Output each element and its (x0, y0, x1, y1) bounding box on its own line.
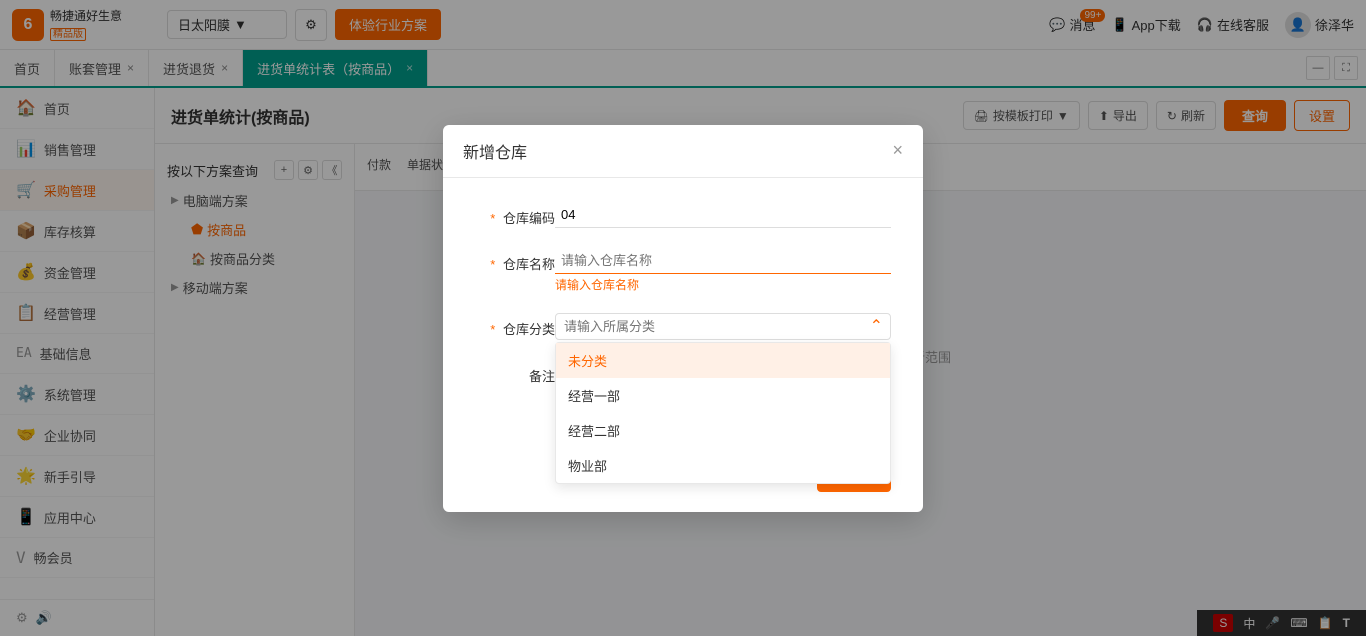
form-row-category: * 仓库分类 ⌃ 未分类 经营一部 经营二部 物业部 (475, 313, 891, 340)
dialog-body: * 仓库编码 * 仓库名称 请输入仓库名称 (443, 178, 923, 423)
code-field (555, 202, 891, 228)
dialog-close-button[interactable]: × (892, 140, 903, 161)
dropdown-item-dept2[interactable]: 经营二部 (556, 413, 890, 448)
warehouse-code-input[interactable] (555, 202, 891, 228)
warehouse-name-input[interactable] (555, 248, 891, 274)
name-error-message: 请输入仓库名称 (555, 276, 891, 293)
required-code: * (490, 211, 495, 226)
required-name: * (490, 257, 495, 272)
dropdown-item-dept3[interactable]: 物业部 (556, 448, 890, 483)
category-toggle-icon[interactable]: ⌃ (870, 316, 883, 336)
dialog-overlay: 新增仓库 × * 仓库编码 * 仓库名称 (0, 0, 1366, 636)
code-label: * 仓库编码 (475, 202, 555, 227)
form-row-code: * 仓库编码 (475, 202, 891, 228)
remark-label: 备注 (475, 360, 555, 385)
dialog-header: 新增仓库 × (443, 125, 923, 178)
category-dropdown: 未分类 经营一部 经营二部 物业部 (555, 342, 891, 484)
warehouse-category-input[interactable] (555, 313, 891, 340)
name-label: * 仓库名称 (475, 248, 555, 273)
dropdown-item-unclassified[interactable]: 未分类 (556, 343, 890, 378)
name-field: 请输入仓库名称 (555, 248, 891, 293)
dropdown-item-dept1[interactable]: 经营一部 (556, 378, 890, 413)
category-label: * 仓库分类 (475, 313, 555, 338)
dialog-title: 新增仓库 (463, 139, 527, 163)
form-row-name: * 仓库名称 请输入仓库名称 (475, 248, 891, 293)
category-field: ⌃ 未分类 经营一部 经营二部 物业部 (555, 313, 891, 340)
new-warehouse-dialog: 新增仓库 × * 仓库编码 * 仓库名称 (443, 125, 923, 512)
required-category: * (490, 322, 495, 337)
